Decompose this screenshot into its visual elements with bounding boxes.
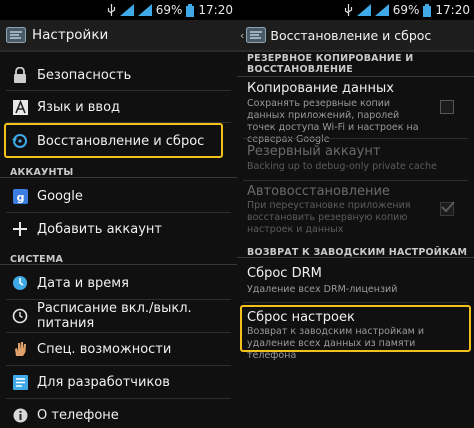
highlight-frame <box>4 123 223 158</box>
plus-icon <box>11 220 29 238</box>
battery-percent: 69% <box>392 3 420 17</box>
item-title: Сброс DRM <box>247 266 322 281</box>
section-header-backup: РЕЗЕРВНОЕ КОПИРОВАНИЕ И ВОССТАНОВЛЕНИЕ <box>237 52 474 77</box>
battery-icon <box>423 3 432 17</box>
page-title: Восстановление и сброс <box>270 27 432 43</box>
menu-item-label: Спец. возможности <box>37 341 172 357</box>
menu-item-label: Для разработчиков <box>37 374 170 390</box>
menu-item-language[interactable]: Язык и ввод <box>0 95 237 119</box>
developer-icon <box>11 373 29 391</box>
highlight-frame <box>240 305 471 352</box>
battery-percent: 69% <box>155 3 183 17</box>
language-icon <box>11 98 29 116</box>
usb-icon <box>107 4 115 16</box>
menu-item-developer-options[interactable]: Для разработчиков <box>0 370 237 394</box>
signal-icon <box>374 4 389 16</box>
item-title: Резервный аккаунт <box>247 144 381 159</box>
status-bar: 69% 17:20 <box>0 0 237 20</box>
page-title: Настройки <box>32 27 109 43</box>
backup-data-checkbox[interactable] <box>440 100 454 114</box>
section-header-factory: ВОЗВРАТ К ЗАВОДСКИМ НАСТРОЙКАМ <box>237 240 474 258</box>
item-title: Копирование данных <box>247 81 394 96</box>
menu-item-add-account[interactable]: Добавить аккаунт <box>0 217 237 241</box>
auto-restore-checkbox <box>440 201 455 216</box>
clock: 17:20 <box>198 3 233 17</box>
settings-app-icon[interactable] <box>6 27 26 43</box>
menu-item-google[interactable]: g Google <box>0 184 237 208</box>
section-header-accounts: АККАУНТЫ <box>0 160 237 178</box>
item-description: Backing up to debug-only private cache <box>247 161 437 172</box>
menu-item-accessibility[interactable]: Спец. возможности <box>0 337 237 361</box>
backup-data-item[interactable]: Копирование данных Сохранять резервные к… <box>237 78 474 145</box>
reset-drm-item[interactable]: Сброс DRM Удаление всех DRM-лицензий <box>237 262 474 300</box>
clock: 17:20 <box>435 3 470 17</box>
menu-item-label: Расписание вкл./выкл. питания <box>37 301 192 331</box>
section-header-system: СИСТЕМА <box>0 247 237 265</box>
menu-item-label: Безопасность <box>37 67 132 83</box>
lock-icon <box>11 66 29 84</box>
status-bar: 69% 17:20 <box>237 0 474 20</box>
menu-item-label: Google <box>37 188 83 204</box>
settings-app-icon[interactable] <box>246 27 267 43</box>
power-schedule-icon <box>11 307 29 325</box>
google-icon: g <box>11 187 29 205</box>
action-bar: ‹ Восстановление и сброс <box>237 20 474 52</box>
menu-item-label: О телефоне <box>37 407 119 423</box>
svg-text:g: g <box>16 191 24 204</box>
wifi-icon <box>119 4 134 16</box>
menu-item-about-phone[interactable]: О телефоне <box>0 403 237 427</box>
menu-item-label: Добавить аккаунт <box>37 221 162 237</box>
auto-restore-item: Автовосстановление При переустановке при… <box>237 182 474 238</box>
item-description: Удаление всех DRM-лицензий <box>247 284 398 295</box>
signal-icon <box>137 4 152 16</box>
check-icon <box>441 201 455 213</box>
backup-reset-screen: 69% 17:20 ‹ Восстановление и сброс РЕЗЕР… <box>237 0 474 428</box>
action-bar: Настройки <box>0 20 237 52</box>
usb-icon <box>344 4 352 16</box>
menu-item-date-time[interactable]: Дата и время <box>0 271 237 295</box>
item-description: При переустановке приложения восстановит… <box>247 200 411 235</box>
menu-item-power-schedule[interactable]: Расписание вкл./выкл. питания <box>0 301 237 331</box>
hand-icon <box>11 340 29 358</box>
info-icon <box>11 406 29 424</box>
wifi-icon <box>356 4 371 16</box>
menu-item-label: Язык и ввод <box>37 99 121 115</box>
backup-account-item: Резервный аккаунт Backing up to debug-on… <box>237 141 474 179</box>
menu-item-label: Дата и время <box>37 275 129 291</box>
item-title: Автовосстановление <box>247 184 390 199</box>
back-caret-icon[interactable]: ‹ <box>240 29 244 42</box>
settings-screen: 69% 17:20 Настройки Безопасность Язык и … <box>0 0 237 428</box>
clock-icon <box>11 274 29 292</box>
battery-icon <box>186 3 195 17</box>
menu-item-security[interactable]: Безопасность <box>0 63 237 87</box>
